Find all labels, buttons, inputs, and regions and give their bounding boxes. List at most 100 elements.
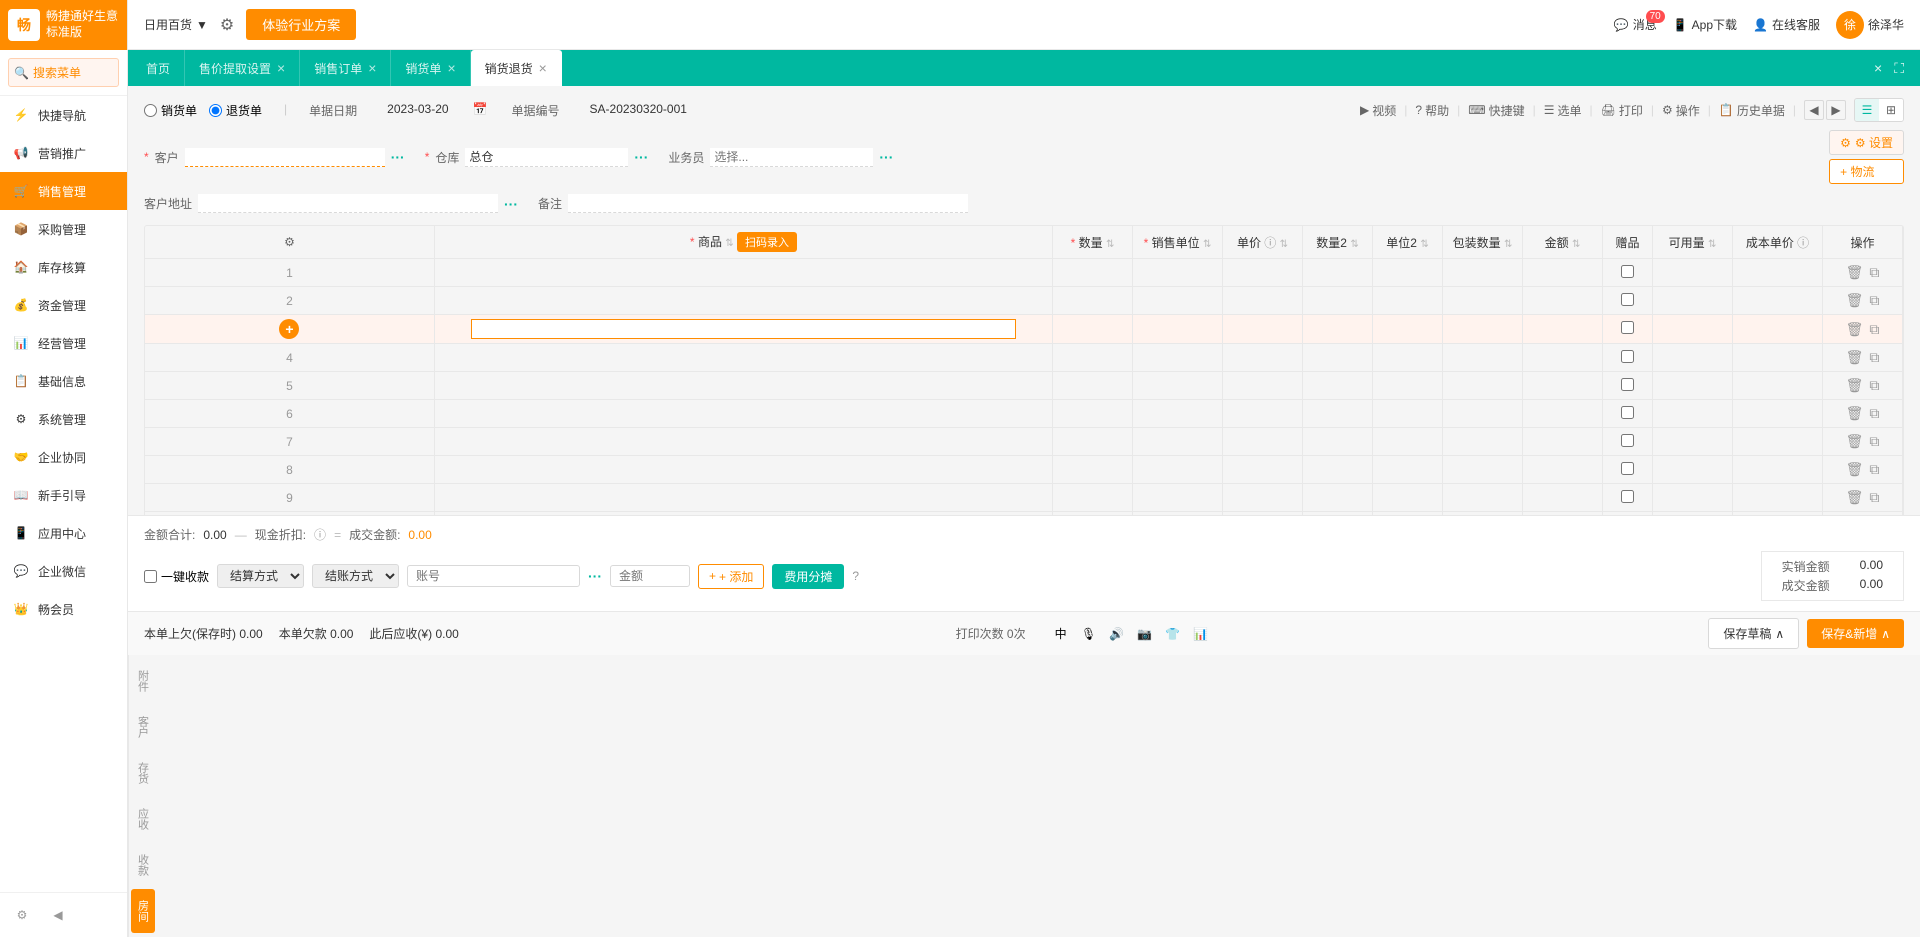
gift-checkbox-9[interactable] (1621, 490, 1634, 503)
sidebar-item-member[interactable]: 👑 畅会员 (0, 590, 127, 628)
sidebar-item-collab[interactable]: 🤝 企业协同 (0, 438, 127, 476)
sort-qty2[interactable]: ⇅ (1350, 239, 1358, 250)
gift-checkbox-8[interactable] (1621, 462, 1634, 475)
sidebar-item-finance[interactable]: 💰 资金管理 (0, 286, 127, 324)
tab-sales-order[interactable]: 销售订单 × (300, 50, 391, 86)
cost-info-icon[interactable]: ⓘ (1797, 236, 1809, 250)
toolbar-operate[interactable]: ⚙ 操作 (1662, 102, 1700, 119)
toolbar-history[interactable]: 📋 历史单据 (1719, 102, 1785, 119)
account-picker[interactable]: ··· (588, 568, 602, 584)
copy-icon-3[interactable]: ⧉ (1869, 321, 1879, 338)
add-payment-btn[interactable]: + + 添加 (698, 564, 764, 589)
gift-checkbox-4[interactable] (1621, 350, 1634, 363)
delete-icon-4[interactable]: 🗑 (1846, 349, 1864, 366)
sort-qty[interactable]: ⇅ (1106, 239, 1114, 250)
tab-home[interactable]: 首页 (132, 50, 185, 86)
sidebar-item-basic[interactable]: 📋 基础信息 (0, 362, 127, 400)
save-new-btn[interactable]: 保存&新增 ∧ (1807, 619, 1904, 648)
delete-icon-7[interactable]: 🗑 (1846, 433, 1864, 450)
amount-input[interactable] (610, 565, 690, 587)
status-icon-2[interactable]: 🎙 (1078, 623, 1100, 645)
status-icon-5[interactable]: 👕 (1162, 623, 1184, 645)
copy-icon-7[interactable]: ⧉ (1869, 433, 1879, 450)
sidebar-item-sales[interactable]: 🛒 销售管理 (0, 172, 127, 210)
user-avatar[interactable]: 徐 徐泽华 (1836, 11, 1904, 39)
sidebar-item-apps[interactable]: 📱 应用中心 (0, 514, 127, 552)
sidebar-collapse-btn[interactable]: ◀ (44, 901, 72, 929)
right-panel-stock[interactable]: 存货 (131, 751, 155, 795)
warehouse-input[interactable]: 总仓 (465, 148, 628, 167)
address-picker[interactable]: ··· (504, 196, 518, 212)
delete-icon-9[interactable]: 🗑 (1846, 489, 1864, 506)
copy-icon-9[interactable]: ⧉ (1869, 489, 1879, 506)
right-panel-receivable[interactable]: 应收 (131, 797, 155, 841)
sort-amount[interactable]: ⇅ (1572, 239, 1580, 250)
history-prev[interactable]: ◀ (1804, 100, 1824, 120)
view-list[interactable]: ☰ (1855, 99, 1879, 121)
cost-split-info[interactable]: ? (852, 569, 859, 583)
delete-icon-3[interactable]: 🗑 (1846, 321, 1864, 338)
sidebar-item-wechat[interactable]: 💬 企业微信 (0, 552, 127, 590)
toolbar-shortcut[interactable]: ⌨ 快捷键 (1468, 102, 1524, 119)
form-settings-btn[interactable]: ⚙ ⚙ 设置 (1829, 130, 1904, 155)
status-icon-3[interactable]: 🔊 (1106, 623, 1128, 645)
copy-icon-5[interactable]: ⧉ (1869, 377, 1879, 394)
app-download-btn[interactable]: 📱 App下载 (1673, 16, 1737, 33)
radio-return[interactable]: 退货单 (209, 102, 262, 119)
tab-sales[interactable]: 销货单 × (391, 50, 470, 86)
add-logistics-btn[interactable]: + 物流 (1829, 159, 1904, 184)
price-info-icon[interactable]: ⓘ (1264, 236, 1276, 250)
discount-info-icon[interactable]: ⓘ (314, 526, 326, 543)
tab-sales-order-close[interactable]: × (368, 60, 376, 76)
right-panel-customer[interactable]: 客户 (131, 705, 155, 749)
sidebar-item-shortcut[interactable]: ⚡ 快捷导航 (0, 96, 127, 134)
delete-icon-1[interactable]: 🗑 (1846, 264, 1864, 281)
warehouse-picker[interactable]: ··· (634, 149, 648, 165)
account-no-input[interactable] (407, 565, 580, 587)
th-settings[interactable]: ⚙ (145, 226, 434, 259)
sort-unit2[interactable]: ⇅ (1420, 239, 1428, 250)
staff-picker[interactable]: ··· (879, 149, 893, 165)
topbar-gear-icon[interactable]: ⚙ (220, 15, 234, 35)
staff-input[interactable] (710, 148, 873, 167)
sidebar-item-guide[interactable]: 📖 新手引导 (0, 476, 127, 514)
gift-checkbox-6[interactable] (1621, 406, 1634, 419)
delete-icon-2[interactable]: 🗑 (1846, 292, 1864, 309)
sidebar-item-purchase[interactable]: 📦 采购管理 (0, 210, 127, 248)
sort-price[interactable]: ⇅ (1280, 239, 1288, 250)
one-key-input[interactable] (144, 570, 157, 583)
tab-return-close[interactable]: × (539, 60, 547, 76)
sort-pkg-qty[interactable]: ⇅ (1504, 239, 1512, 250)
sidebar-item-business[interactable]: 📊 经营管理 (0, 324, 127, 362)
radio-sale[interactable]: 销货单 (144, 102, 197, 119)
save-draft-btn[interactable]: 保存草稿 ∧ (1708, 618, 1799, 649)
search-menu-button[interactable]: 🔍 搜索菜单 (8, 58, 119, 87)
message-btn[interactable]: 💬 消息 70 (1614, 16, 1657, 33)
remark-input[interactable] (568, 194, 968, 213)
customer-picker[interactable]: ··· (391, 149, 405, 165)
sidebar-search[interactable]: 🔍 搜索菜单 (0, 50, 127, 96)
status-icon-6[interactable]: 📊 (1190, 623, 1212, 645)
sort-product[interactable]: ⇅ (725, 238, 733, 249)
sort-unit[interactable]: ⇅ (1203, 239, 1211, 250)
tab-price-setting-close[interactable]: × (277, 60, 285, 76)
copy-icon-8[interactable]: ⧉ (1869, 461, 1879, 478)
toolbar-print[interactable]: 🖨 打印 (1601, 102, 1643, 119)
one-key-checkbox[interactable]: 一键收款 (144, 568, 209, 585)
toolbar-help[interactable]: ? 帮助 (1415, 102, 1449, 119)
toolbar-select[interactable]: ☰ 选单 (1544, 102, 1582, 119)
add-row-btn[interactable]: + (279, 319, 299, 339)
delete-icon-8[interactable]: 🗑 (1846, 461, 1864, 478)
right-panel-payment[interactable]: 收款 (131, 843, 155, 887)
calc-method-select[interactable]: 结算方式 (217, 564, 304, 588)
copy-icon-4[interactable]: ⧉ (1869, 349, 1879, 366)
right-panel-room[interactable]: 房间 (131, 889, 155, 933)
tab-sales-close[interactable]: × (447, 60, 455, 76)
online-service-btn[interactable]: 👤 在线客服 (1753, 16, 1820, 33)
copy-icon-1[interactable]: ⧉ (1869, 264, 1879, 281)
gift-checkbox-2[interactable] (1621, 293, 1634, 306)
sidebar-item-system[interactable]: ⚙ 系统管理 (0, 400, 127, 438)
status-icon-4[interactable]: 📷 (1134, 623, 1156, 645)
address-input[interactable] (198, 194, 498, 213)
toolbar-video[interactable]: ▶ 视频 (1360, 102, 1396, 119)
